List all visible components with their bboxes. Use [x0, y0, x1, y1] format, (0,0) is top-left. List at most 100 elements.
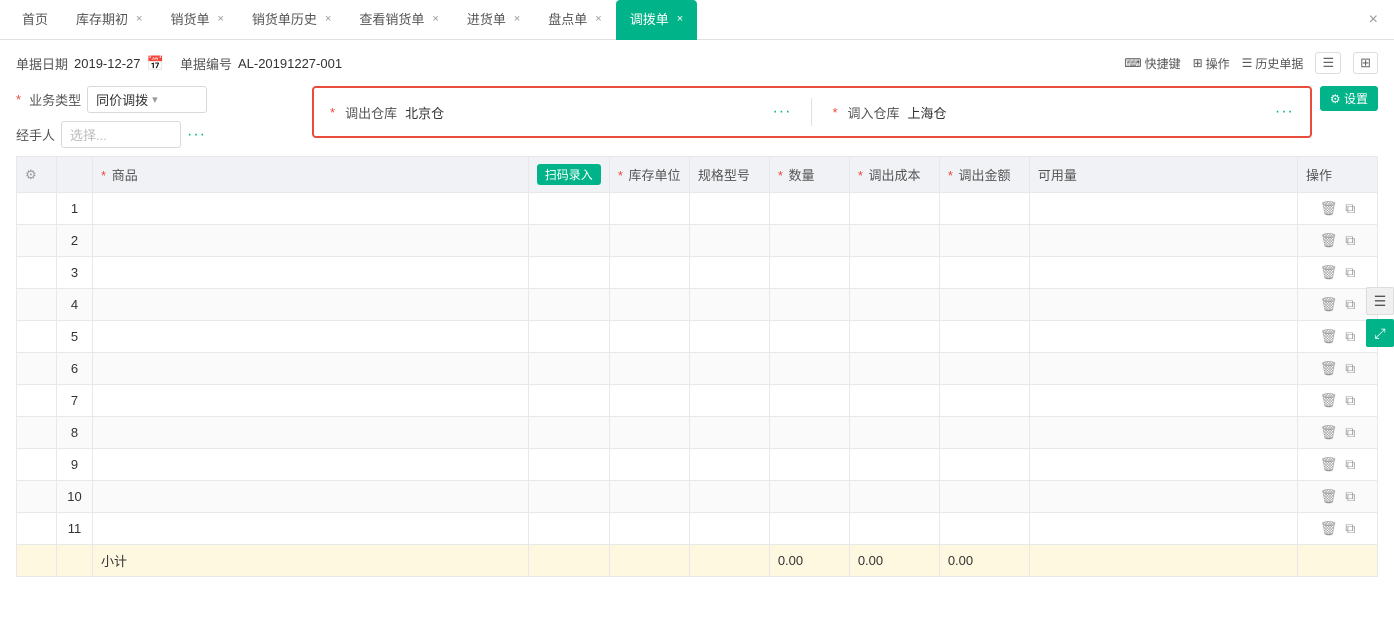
float-list-icon[interactable]: ☰ [1366, 287, 1394, 315]
tab-close-inventory-count[interactable]: × [595, 13, 601, 25]
col-header-scancode: 扫码录入 [528, 157, 609, 193]
date-field: 单据日期 2019-12-27 📅 [16, 54, 164, 73]
tab-bar: 首页 库存期初 × 销货单 × 销货单历史 × 查看销货单 × 进货单 × 盘点… [0, 0, 1394, 40]
tab-inventory-init[interactable]: 库存期初 × [62, 0, 156, 40]
transfer-out-field: * 调出仓库 北京仓 ··· [330, 103, 791, 122]
delete-icon[interactable]: 🗑 [1320, 520, 1338, 536]
delete-icon[interactable]: 🗑 [1320, 456, 1338, 472]
tab-close-inventory-init[interactable]: × [136, 13, 142, 25]
handler-more-btn[interactable]: ··· [187, 126, 206, 144]
col-header-seq [57, 157, 93, 193]
delete-icon[interactable]: 🗑 [1320, 328, 1338, 344]
table-row: 4 🗑 ⧉ [17, 289, 1378, 321]
header-left: 单据日期 2019-12-27 📅 单据编号 AL-20191227-001 [16, 54, 342, 73]
shortcut-btn[interactable]: ⌨ 快捷键 [1124, 55, 1180, 72]
date-value: 2019-12-27 [74, 56, 141, 71]
gear-icon[interactable]: ⚙ [25, 167, 37, 182]
calendar-icon[interactable]: 📅 [147, 55, 164, 72]
delete-icon[interactable]: 🗑 [1320, 296, 1338, 312]
delete-icon[interactable]: 🗑 [1320, 232, 1338, 248]
tab-sales-order[interactable]: 销货单 × [156, 0, 237, 40]
transfer-out-more-btn[interactable]: ··· [772, 103, 791, 121]
tab-view-sales[interactable]: 查看销货单 × [345, 0, 452, 40]
business-type-required: * [16, 92, 21, 107]
layout-icon-1[interactable]: ☰ [1315, 52, 1341, 74]
data-table: ⚙ * 商品 扫码录入 * 库存单位 规格型号 [16, 156, 1378, 577]
tab-purchase-order[interactable]: 进货单 × [453, 0, 534, 40]
row-seq: 1 [57, 193, 93, 225]
header-row: 单据日期 2019-12-27 📅 单据编号 AL-20191227-001 ⌨… [16, 52, 1378, 74]
tab-transfer-order[interactable]: 调拨单 × [616, 0, 697, 40]
tab-close-transfer-order[interactable]: × [677, 13, 683, 25]
business-type-select[interactable]: 同价调拨 ▾ [87, 86, 207, 113]
col-header-gear: ⚙ [17, 157, 57, 193]
subtotal-amount: 0.00 [939, 545, 1029, 577]
delete-icon[interactable]: 🗑 [1320, 488, 1338, 504]
docno-label: 单据编号 [180, 54, 232, 73]
float-expand-icon[interactable]: ⤢ [1366, 319, 1394, 347]
col-header-qty: * 数量 [769, 157, 849, 193]
col-header-product: * 商品 [93, 157, 529, 193]
tab-close-purchase-order[interactable]: × [514, 13, 520, 25]
delete-icon[interactable]: 🗑 [1320, 392, 1338, 408]
col-header-cost: * 调出成本 [849, 157, 939, 193]
table-row: 1 🗑 ⧉ [17, 193, 1378, 225]
tab-inventory-count[interactable]: 盘点单 × [534, 0, 615, 40]
copy-icon[interactable]: ⧉ [1345, 424, 1355, 440]
settings-icon: ⚙ [1330, 92, 1341, 106]
table-row: 3 🗑 ⧉ [17, 257, 1378, 289]
table-row: 5 🗑 ⧉ [17, 321, 1378, 353]
scan-button[interactable]: 扫码录入 [537, 164, 601, 185]
table-header-row: ⚙ * 商品 扫码录入 * 库存单位 规格型号 [17, 157, 1378, 193]
history-icon: ☰ [1242, 56, 1253, 70]
delete-icon[interactable]: 🗑 [1320, 360, 1338, 376]
shortcut-icon: ⌨ [1124, 56, 1141, 70]
col-header-available: 可用量 [1029, 157, 1297, 193]
operation-btn[interactable]: ⊞ 操作 [1193, 55, 1230, 72]
tab-close-sales-history[interactable]: × [325, 13, 331, 25]
copy-icon[interactable]: ⧉ [1345, 328, 1355, 344]
subtotal-qty: 0.00 [769, 545, 849, 577]
col-header-spec: 规格型号 [689, 157, 769, 193]
transfer-in-required: * [832, 105, 837, 120]
tab-home[interactable]: 首页 [8, 0, 62, 40]
operation-icon: ⊞ [1193, 56, 1203, 70]
layout-icon-2[interactable]: ⊞ [1353, 52, 1378, 74]
main-content: 单据日期 2019-12-27 📅 单据编号 AL-20191227-001 ⌨… [0, 40, 1394, 634]
transfer-out-value: 北京仓 [405, 103, 764, 122]
transfer-in-more-btn[interactable]: ··· [1275, 103, 1294, 121]
copy-icon[interactable]: ⧉ [1345, 296, 1355, 312]
table-row: 8 🗑 ⧉ [17, 417, 1378, 449]
copy-icon[interactable]: ⧉ [1345, 392, 1355, 408]
tab-sales-history[interactable]: 销货单历史 × [238, 0, 345, 40]
table-row: 11 🗑 ⧉ [17, 513, 1378, 545]
handler-field: 经手人 选择... ··· [16, 121, 296, 148]
history-btn[interactable]: ☰ 历史单据 [1242, 55, 1304, 72]
table-row: 9 🗑 ⧉ [17, 449, 1378, 481]
copy-icon[interactable]: ⧉ [1345, 520, 1355, 536]
transfer-in-field: * 调入仓库 上海仓 ··· [832, 103, 1293, 122]
delete-icon[interactable]: 🗑 [1320, 424, 1338, 440]
col-header-unit: * 库存单位 [609, 157, 689, 193]
right-floating-panel: ☰ ⤢ [1366, 287, 1394, 347]
table-row: 10 🗑 ⧉ [17, 481, 1378, 513]
subtotal-row: 小计 0.00 0.00 0.00 [17, 545, 1378, 577]
copy-icon[interactable]: ⧉ [1345, 232, 1355, 248]
handler-select[interactable]: 选择... [61, 121, 181, 148]
settings-button[interactable]: ⚙ 设置 [1320, 86, 1378, 111]
copy-icon[interactable]: ⧉ [1345, 264, 1355, 280]
tab-close-view-sales[interactable]: × [432, 13, 438, 25]
tab-close-sales-order[interactable]: × [217, 13, 223, 25]
delete-icon[interactable]: 🗑 [1320, 200, 1338, 216]
copy-icon[interactable]: ⧉ [1345, 488, 1355, 504]
copy-icon[interactable]: ⧉ [1345, 456, 1355, 472]
table-row: 2 🗑 ⧉ [17, 225, 1378, 257]
copy-icon[interactable]: ⧉ [1345, 360, 1355, 376]
subtotal-cost: 0.00 [849, 545, 939, 577]
table-row: 7 🗑 ⧉ [17, 385, 1378, 417]
transfer-in-value: 上海仓 [908, 103, 1267, 122]
business-type-field: * 业务类型 同价调拨 ▾ [16, 86, 296, 113]
delete-icon[interactable]: 🗑 [1320, 264, 1338, 280]
window-close-icon[interactable]: × [1361, 11, 1386, 29]
copy-icon[interactable]: ⧉ [1345, 200, 1355, 216]
